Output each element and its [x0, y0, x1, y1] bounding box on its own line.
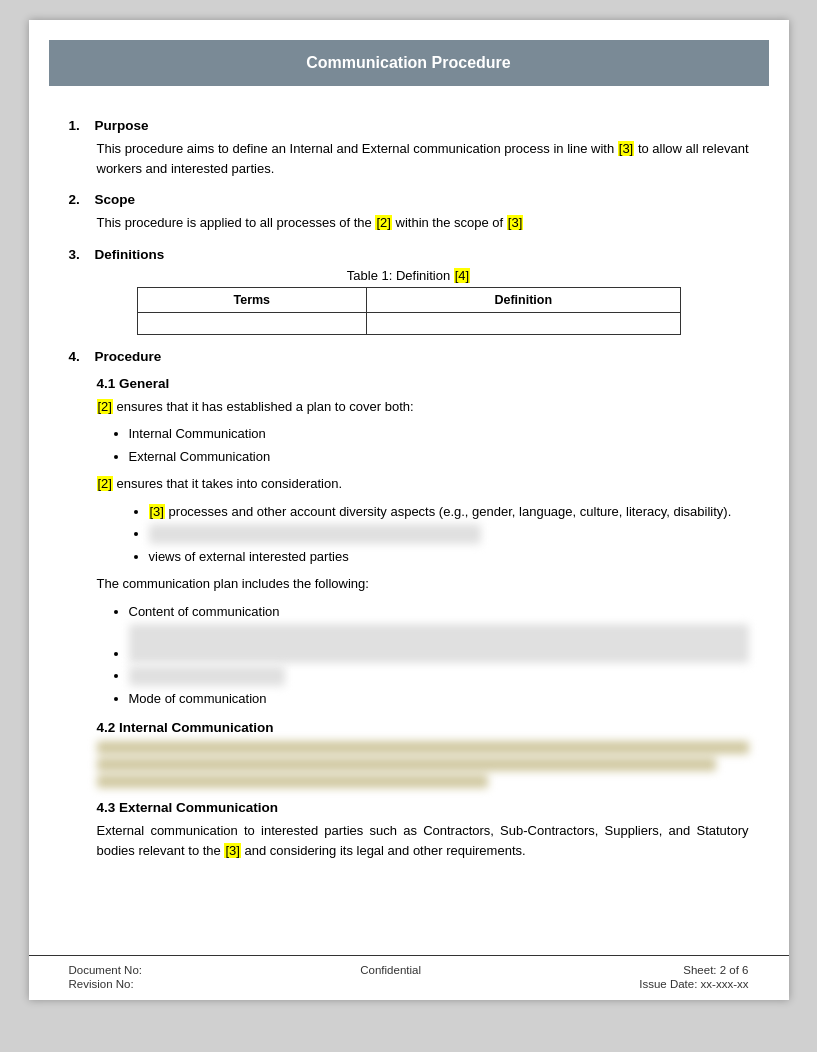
- list-item-blurred-2: xxxxxxxxxxxxxxxxxxxxxxxx: [129, 666, 749, 686]
- ref-2-1: [2]: [375, 215, 391, 230]
- table-row: [137, 312, 680, 334]
- general-text-1: [2] ensures that it has established a pl…: [97, 397, 749, 417]
- general-text-2: [2] ensures that it takes into considera…: [97, 474, 749, 494]
- document-page: Communication Procedure 1. Purpose This …: [29, 20, 789, 1000]
- ref-2-3: [2]: [97, 476, 113, 491]
- external-comm-text: External communication to interested par…: [97, 821, 749, 860]
- table-cell-definition: [367, 312, 680, 334]
- list-item-blurred: xxxxxxxxxxxxxxxxxx xxxxxxxxxxx xxxx xxxx…: [149, 524, 749, 544]
- table-caption: Table 1: Definition [4]: [69, 268, 749, 283]
- section-3-heading: 3. Definitions: [69, 247, 749, 262]
- table-cell-term: [137, 312, 367, 334]
- internal-comm-blurred: [97, 741, 749, 788]
- list-item: Mode of communication: [129, 689, 749, 709]
- list-item-blurred: xxxxxxxxxxxxxxxx xxxxxxxxxx xxxx xxxxxxx…: [129, 624, 749, 663]
- section-2-text: This procedure is applied to all process…: [97, 213, 749, 233]
- document-content: 1. Purpose This procedure aims to define…: [29, 86, 789, 955]
- list-item: [3] processes and other account diversit…: [149, 502, 749, 522]
- ref-2-2: [2]: [97, 399, 113, 414]
- general-bullets-2: [3] processes and other account diversit…: [149, 502, 749, 567]
- list-item: Internal Communication: [129, 424, 749, 444]
- confidential-label: Confidential: [360, 964, 421, 976]
- list-item: views of external interested parties: [149, 547, 749, 567]
- ref-3-2: [3]: [507, 215, 523, 230]
- ref-4-1: [4]: [454, 268, 470, 283]
- list-item: Content of communication: [129, 602, 749, 622]
- section-4-heading: 4. Procedure: [69, 349, 749, 364]
- subsection-43-heading: 4.3 External Communication: [97, 800, 749, 815]
- list-item: External Communication: [129, 447, 749, 467]
- footer-right: Sheet: 2 of 6 Issue Date: xx-xxx-xx: [639, 964, 748, 990]
- ref-3-4: [3]: [224, 843, 240, 858]
- footer-left: Document No: Revision No:: [69, 964, 143, 990]
- subsection-42-heading: 4.2 Internal Communication: [97, 720, 749, 735]
- section-1-text: This procedure aims to define an Interna…: [97, 139, 749, 178]
- rev-no-label: Revision No:: [69, 978, 143, 990]
- section-2-heading: 2. Scope: [69, 192, 749, 207]
- definition-table: Terms Definition: [137, 287, 681, 335]
- comm-plan-text: The communication plan includes the foll…: [97, 574, 749, 594]
- document-title: Communication Procedure: [49, 40, 769, 86]
- document-footer: Document No: Revision No: Confidential S…: [29, 955, 789, 1000]
- subsection-41-heading: 4.1 General: [97, 376, 749, 391]
- section-1-heading: 1. Purpose: [69, 118, 749, 133]
- ref-3-3: [3]: [149, 504, 165, 519]
- general-bullets-1: Internal Communication External Communic…: [129, 424, 749, 466]
- table-header-definition: Definition: [367, 287, 680, 312]
- comm-plan-bullets: Content of communication xxxxxxxxxxxxxxx…: [129, 602, 749, 709]
- issue-date-label: Issue Date: xx-xxx-xx: [639, 978, 748, 990]
- ref-3-1: [3]: [618, 141, 634, 156]
- footer-center: Confidential: [360, 964, 421, 990]
- doc-no-label: Document No:: [69, 964, 143, 976]
- table-header-terms: Terms: [137, 287, 367, 312]
- sheet-label: Sheet: 2 of 6: [639, 964, 748, 976]
